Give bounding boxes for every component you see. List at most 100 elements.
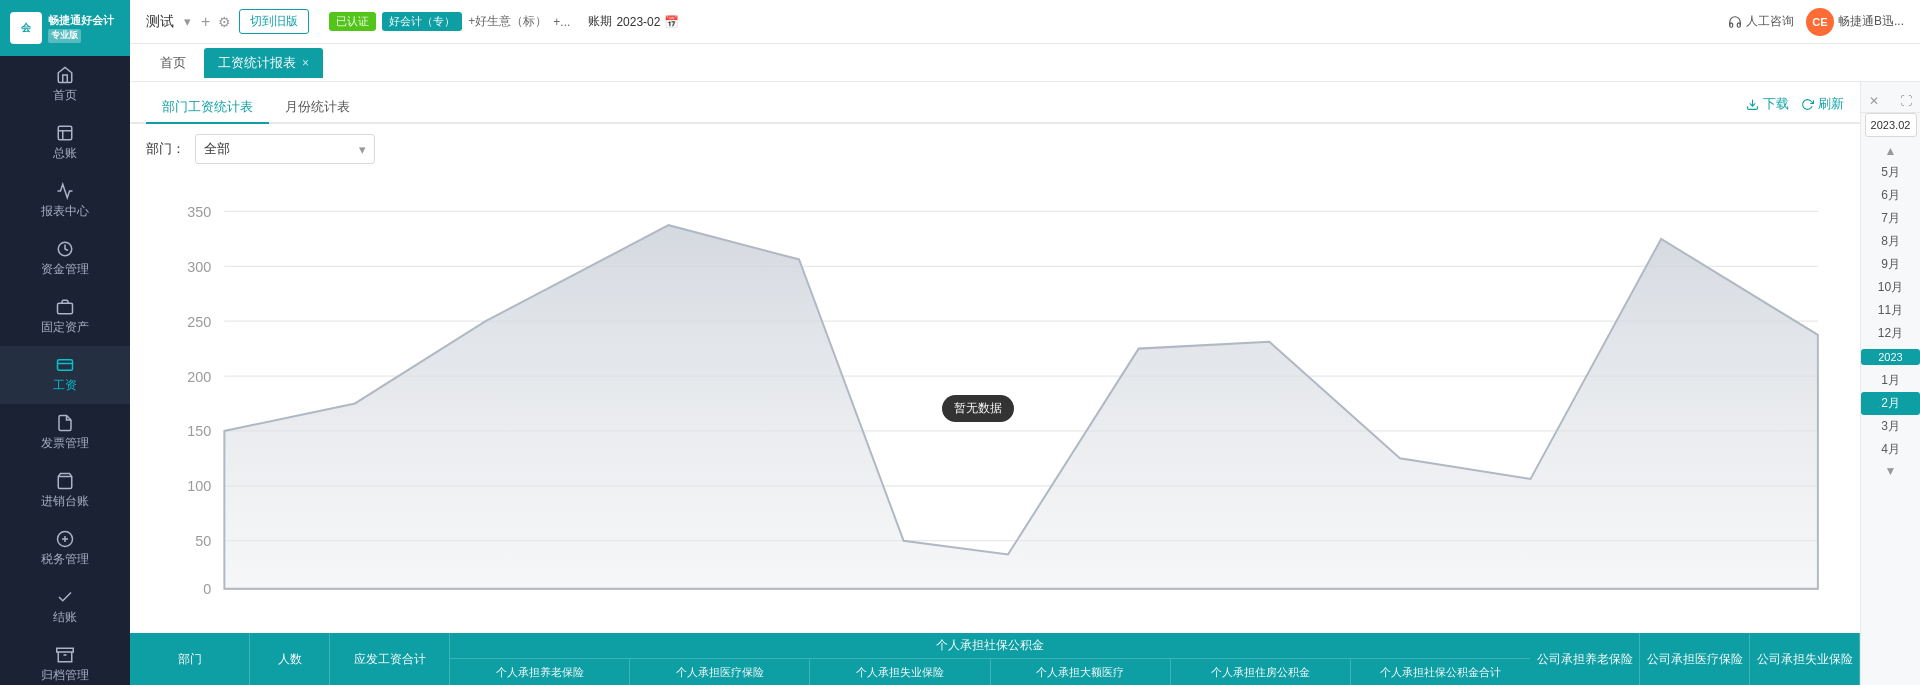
main-area: 测试 ▾ + ⚙ 切到旧版 已认证 好会计（专） +好生意（标） +... 账期… (130, 0, 1920, 685)
col-people: 人数 (250, 633, 330, 685)
sidebar-item-ledger[interactable]: 总账 (0, 114, 130, 172)
month-11[interactable]: 11月 (1861, 299, 1920, 322)
avatar: CE (1806, 8, 1834, 36)
logo-text: 畅捷通好会计 专业版 (48, 13, 114, 43)
svg-text:200: 200 (187, 368, 211, 384)
svg-text:100: 100 (187, 478, 211, 494)
sub-tab-month[interactable]: 月份统计表 (269, 92, 366, 124)
add-icon[interactable]: + (201, 13, 210, 31)
dropdown-arrow-icon[interactable]: ▾ (184, 14, 191, 29)
sidebar-nav: 首页 总账 报表中心 资金管理 固定资产 工资 发票管理 进销台账 (0, 56, 130, 685)
panel-expand-icon[interactable]: ⛶ (1900, 94, 1912, 108)
sidebar-item-invoice[interactable]: 发票管理 (0, 404, 130, 462)
toolbar: 部门： 全部 ▾ (130, 124, 1860, 174)
col-personal-total: 个人承担社保公积金合计 (1351, 659, 1530, 685)
month-10[interactable]: 10月 (1861, 276, 1920, 299)
sidebar-item-tax[interactable]: 税务管理 (0, 520, 130, 578)
col-total-salary: 应发工资合计 (330, 633, 450, 685)
topbar-badges: 已认证 好会计（专） +好生意（标） +... (329, 12, 570, 31)
month-12[interactable]: 12月 (1861, 322, 1920, 345)
col-personal-major-medical: 个人承担大额医疗 (991, 659, 1171, 685)
group-header-personal: 个人承担社保公积金 (450, 633, 1530, 659)
home-icon (56, 66, 74, 84)
tab-close-icon[interactable]: × (302, 56, 309, 70)
right-panel-top-controls: ✕ ⛶ (1861, 90, 1920, 113)
topbar: 测试 ▾ + ⚙ 切到旧版 已认证 好会计（专） +好生意（标） +... 账期… (130, 0, 1920, 44)
verified-badge: 已认证 (329, 12, 376, 31)
nav-down-icon[interactable]: ▼ (1882, 461, 1900, 481)
month-5[interactable]: 5月 (1861, 161, 1920, 184)
username: 畅捷通B迅... (1838, 13, 1904, 30)
sub-tab-dept[interactable]: 部门工资统计表 (146, 92, 269, 124)
purchase-icon (56, 472, 74, 490)
col-dept: 部门 (130, 633, 250, 685)
table-header: 部门 人数 应发工资合计 个人承担社保公积金 个人承 (130, 633, 1860, 685)
panel-close-icon[interactable]: ✕ (1869, 94, 1879, 108)
chevron-down-icon: ▾ (359, 142, 366, 157)
assistant-label: 人工咨询 (1746, 13, 1794, 30)
content-main: 部门工资统计表 月份统计表 下载 刷新 (130, 82, 1860, 685)
month-6[interactable]: 6月 (1861, 184, 1920, 207)
svg-text:250: 250 (187, 313, 211, 329)
col-personal-pension: 个人承担养老保险 (450, 659, 630, 685)
headphone-icon (1728, 15, 1742, 29)
month-8[interactable]: 8月 (1861, 230, 1920, 253)
middle-section: 部门工资统计表 月份统计表 下载 刷新 (130, 82, 1920, 685)
tab-home[interactable]: 首页 (146, 48, 200, 78)
user-menu[interactable]: CE 畅捷通B迅... (1806, 8, 1904, 36)
sidebar-item-checkout[interactable]: 结账 (0, 578, 130, 636)
refresh-button[interactable]: 刷新 (1801, 95, 1844, 113)
refresh-icon (1801, 98, 1814, 111)
accounting-badge: 好会计（专） (382, 12, 462, 31)
col-personal-housing-fund: 个人承担住房公积金 (1171, 659, 1351, 685)
svg-rect-5 (58, 360, 73, 371)
sidebar-item-purchase[interactable]: 进销台账 (0, 462, 130, 520)
content-wrapper: 部门工资统计表 月份统计表 下载 刷新 (130, 82, 1920, 685)
period-value: 2023-02 (616, 15, 660, 29)
col-company-unemployment: 公司承担失业保险 (1750, 633, 1860, 685)
tabs-bar: 首页 工资统计报表 × (130, 44, 1920, 82)
month-2-active[interactable]: 2月 (1861, 392, 1920, 415)
svg-rect-0 (58, 126, 72, 140)
logo-icon: 会 (10, 12, 42, 44)
calendar-icon[interactable]: 📅 (664, 15, 679, 29)
month-3[interactable]: 3月 (1861, 415, 1920, 438)
nav-up-icon[interactable]: ▲ (1882, 141, 1900, 161)
sidebar-item-archive[interactable]: 归档管理 (0, 636, 130, 685)
tab-salary-report[interactable]: 工资统计报表 × (204, 48, 323, 78)
year-badge: 2023 (1861, 349, 1920, 365)
sidebar-item-reports[interactable]: 报表中心 (0, 172, 130, 230)
svg-text:50: 50 (195, 533, 211, 549)
topbar-right: 人工咨询 CE 畅捷通B迅... (1728, 8, 1904, 36)
svg-text:0: 0 (203, 581, 211, 597)
checkout-icon (56, 588, 74, 606)
date-input[interactable] (1865, 113, 1917, 137)
download-button[interactable]: 下载 (1746, 95, 1789, 113)
settings-icon[interactable]: ⚙ (218, 14, 231, 30)
sidebar-item-home[interactable]: 首页 (0, 56, 130, 114)
svg-rect-4 (58, 303, 73, 314)
download-icon (1746, 98, 1759, 111)
switch-version-button[interactable]: 切到旧版 (239, 9, 309, 34)
svg-rect-11 (57, 648, 74, 652)
svg-text:300: 300 (187, 258, 211, 274)
month-9[interactable]: 9月 (1861, 253, 1920, 276)
month-7[interactable]: 7月 (1861, 207, 1920, 230)
topbar-actions: + ⚙ 切到旧版 (201, 9, 309, 34)
svg-text:150: 150 (187, 423, 211, 439)
funds-icon (56, 240, 74, 258)
archive-icon (56, 646, 74, 664)
assistant-button[interactable]: 人工咨询 (1728, 13, 1794, 30)
sub-tabs: 部门工资统计表 月份统计表 下载 刷新 (130, 82, 1860, 124)
sidebar-item-funds[interactable]: 资金管理 (0, 230, 130, 288)
col-group-personal: 个人承担社保公积金 个人承担养老保险 个人承担医疗保险 个人承担失业保险 (450, 633, 1530, 685)
period-display: 账期 2023-02 📅 (588, 13, 679, 30)
group-subs-personal: 个人承担养老保险 个人承担医疗保险 个人承担失业保险 个人承担大额医疗 (450, 659, 1530, 685)
tax-icon (56, 530, 74, 548)
period-label: 账期 (588, 13, 612, 30)
month-4[interactable]: 4月 (1861, 438, 1920, 461)
month-1[interactable]: 1月 (1861, 369, 1920, 392)
sidebar-item-salary[interactable]: 工资 (0, 346, 130, 404)
sidebar-item-assets[interactable]: 固定资产 (0, 288, 130, 346)
dept-select[interactable]: 全部 ▾ (195, 134, 375, 164)
